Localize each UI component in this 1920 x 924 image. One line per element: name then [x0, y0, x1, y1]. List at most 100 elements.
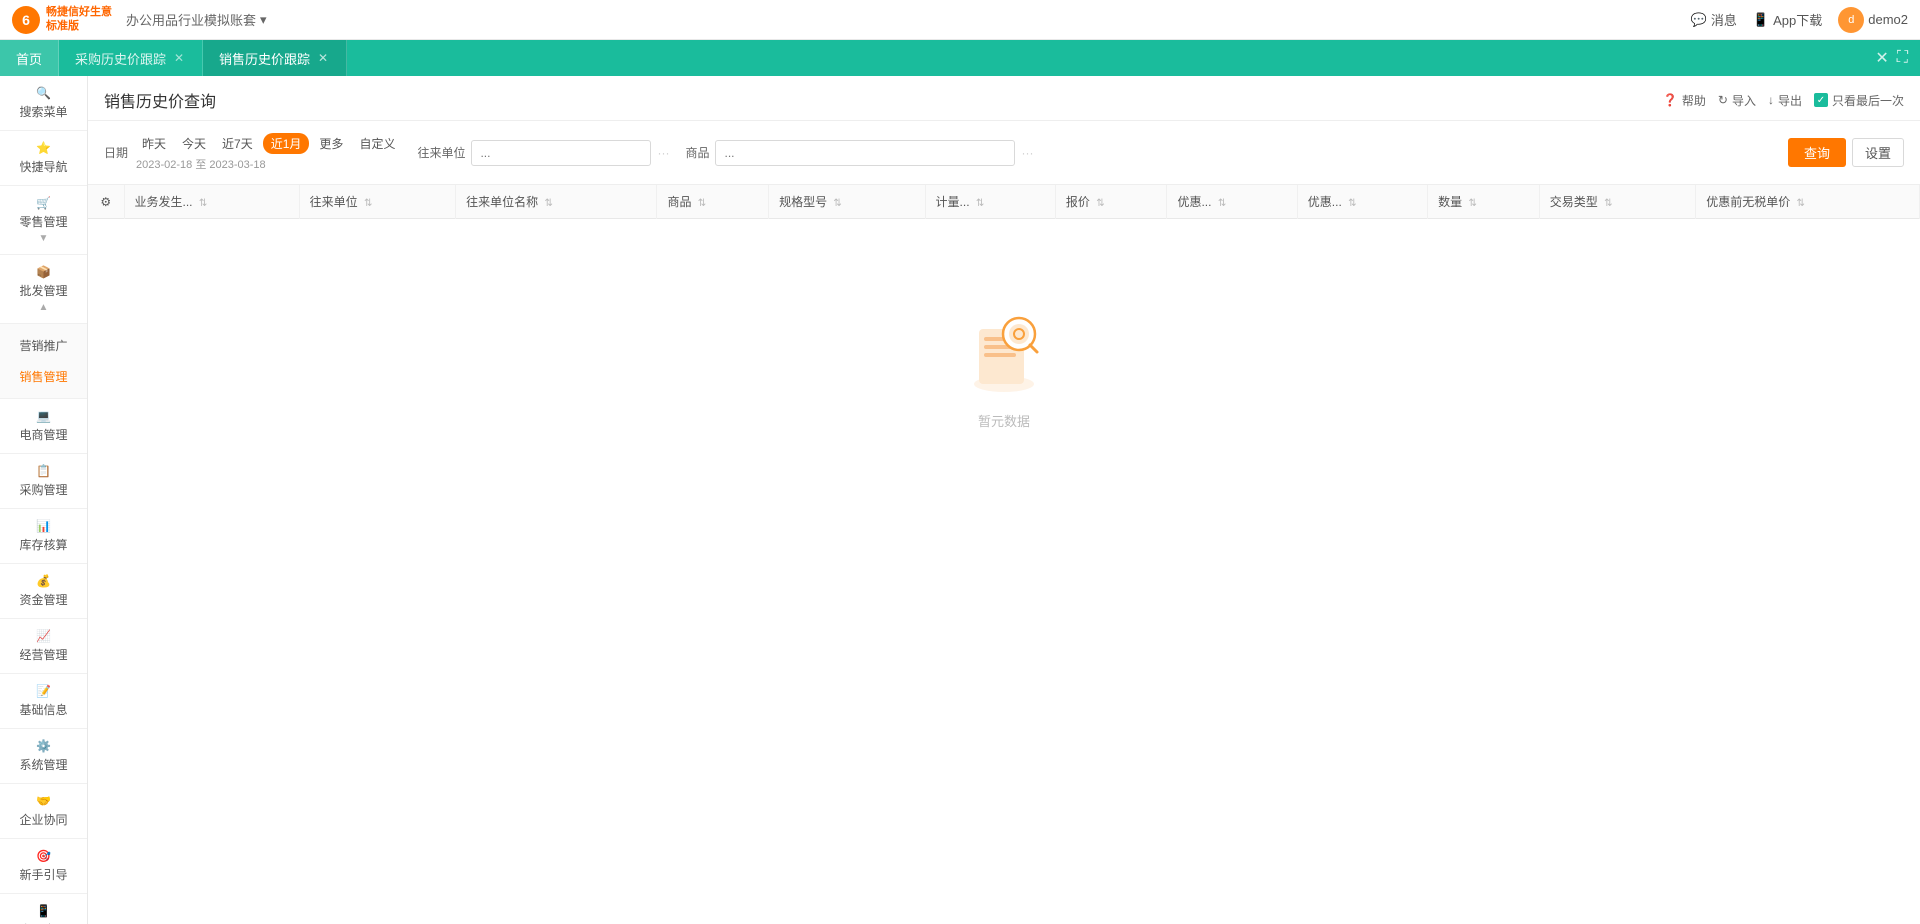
- sidebar-item-retail-mgmt[interactable]: 🛒 零售管理 ▼: [0, 186, 87, 255]
- filter-area: 日期 昨天 今天 近7天 近1月 更多 自定义 2023-02-18 至 202…: [88, 121, 1920, 185]
- th-unit[interactable]: 计量... ⇅: [925, 185, 1055, 219]
- app-download-btn[interactable]: 📱 App下载: [1753, 10, 1822, 29]
- top-bar: 6 畅捷信好生意 标准版 办公用品行业模拟账套 ▾ 💬 消息 📱 App下载 d…: [0, 0, 1920, 40]
- table-header-row: ⚙ 业务发生... ⇅ 往来单位 ⇅ 往来单位名称: [88, 185, 1920, 219]
- sidebar-item-app-center[interactable]: 📱 应用中心: [0, 894, 87, 924]
- app-selector[interactable]: 办公用品行业模拟账套 ▾: [120, 8, 273, 31]
- arrow-down-icon: ▼: [39, 233, 49, 244]
- arrow-up-icon: ▲: [39, 302, 49, 313]
- top-bar-left: 6 畅捷信好生意 标准版 办公用品行业模拟账套 ▾: [12, 6, 273, 34]
- empty-icon: [954, 299, 1054, 399]
- date-btn-more[interactable]: 更多: [313, 133, 349, 154]
- tab-sales-history[interactable]: 销售历史价跟踪 ✕: [203, 40, 347, 76]
- th-spec[interactable]: 规格型号 ⇅: [769, 185, 925, 219]
- help-icon: ❓: [1663, 93, 1678, 107]
- sidebar-sub-marketing[interactable]: 营销推广: [0, 330, 87, 361]
- query-button[interactable]: 查询: [1788, 138, 1846, 167]
- sidebar-item-search-menu[interactable]: 🔍 搜索菜单: [0, 76, 87, 131]
- export-btn[interactable]: ↓ 导出: [1768, 92, 1802, 109]
- th-trade-type[interactable]: 交易类型 ⇅: [1539, 185, 1695, 219]
- cart-icon: 🛒: [36, 196, 51, 210]
- sort-icon-pretax-price: ⇅: [1797, 198, 1805, 209]
- sidebar-item-system-mgmt[interactable]: ⚙️ 系统管理: [0, 729, 87, 784]
- date-label: 日期: [104, 144, 128, 161]
- empty-state: 暂元数据: [88, 219, 1920, 510]
- th-quote[interactable]: 报价 ⇅: [1055, 185, 1167, 219]
- tab-home-label: 首页: [16, 49, 42, 68]
- sidebar-item-basic-info[interactable]: 📝 基础信息: [0, 674, 87, 729]
- th-settings[interactable]: ⚙: [88, 185, 124, 219]
- top-bar-right: 💬 消息 📱 App下载 d demo2: [1691, 7, 1908, 33]
- sidebar-item-ecommerce-mgmt[interactable]: 💻 电商管理: [0, 399, 87, 454]
- sidebar-item-finance-mgmt[interactable]: 💰 资金管理: [0, 564, 87, 619]
- message-icon: 💬: [1691, 12, 1707, 28]
- sidebar-sub-sales-mgmt[interactable]: 销售管理: [0, 361, 87, 392]
- sort-icon-goods: ⇅: [698, 198, 706, 209]
- sidebar-item-purchase-mgmt[interactable]: 📋 采购管理: [0, 454, 87, 509]
- th-discount2[interactable]: 优惠... ⇅: [1297, 185, 1427, 219]
- tab-home[interactable]: 首页: [0, 40, 59, 76]
- th-quantity[interactable]: 数量 ⇅: [1428, 185, 1540, 219]
- message-btn[interactable]: 💬 消息: [1691, 10, 1737, 29]
- tab-purchase-history-close[interactable]: ✕: [172, 51, 186, 65]
- goods-input[interactable]: [715, 140, 1015, 166]
- th-biz-date[interactable]: 业务发生... ⇅: [124, 185, 299, 219]
- tab-sales-history-label: 销售历史价跟踪: [219, 49, 310, 68]
- mobile-icon: 📱: [36, 904, 51, 918]
- date-btn-7days[interactable]: 近7天: [216, 133, 259, 154]
- counterpart-filter: 往来单位 ···: [417, 140, 669, 166]
- th-counterpart-name[interactable]: 往来单位名称 ⇅: [456, 185, 657, 219]
- sidebar-item-enterprise-collab[interactable]: 🤝 企业协同: [0, 784, 87, 839]
- target-icon: 🎯: [36, 849, 51, 863]
- sidebar-item-quick-nav[interactable]: ⭐ 快捷导航: [0, 131, 87, 186]
- th-pretax-price[interactable]: 优惠前无税单价 ⇅: [1696, 185, 1920, 219]
- tab-bar-end: ✕ ⛶: [1875, 40, 1920, 76]
- date-btn-custom[interactable]: 自定义: [353, 133, 401, 154]
- goods-label: 商品: [685, 144, 709, 161]
- checkbox-icon: ✓: [1814, 93, 1828, 107]
- sort-icon-counterpart-name: ⇅: [544, 198, 552, 209]
- table-settings-icon[interactable]: ⚙: [100, 195, 111, 209]
- date-btn-today[interactable]: 今天: [176, 133, 212, 154]
- sidebar-item-new-guide[interactable]: 🎯 新手引导: [0, 839, 87, 894]
- th-counterpart[interactable]: 往来单位 ⇅: [299, 185, 455, 219]
- only-last-toggle[interactable]: ✓ 只看最后一次: [1814, 92, 1904, 109]
- chevron-down-icon: ▾: [260, 12, 267, 28]
- date-btn-yesterday[interactable]: 昨天: [136, 133, 172, 154]
- tab-sales-history-close[interactable]: ✕: [316, 51, 330, 65]
- th-discount1[interactable]: 优惠... ⇅: [1167, 185, 1297, 219]
- counterpart-input[interactable]: [471, 140, 651, 166]
- computer-icon: 💻: [36, 409, 51, 423]
- date-range-text: 2023-02-18 至 2023-03-18: [136, 156, 401, 172]
- settings-button[interactable]: 设置: [1852, 138, 1904, 167]
- logo-icon: 6: [12, 6, 40, 34]
- close-tab-btn[interactable]: ✕: [1875, 48, 1888, 68]
- content-area: 销售历史价查询 ❓ 帮助 ↻ 导入 ↓ 导出 ✓: [88, 76, 1920, 924]
- chart-icon: 📊: [36, 519, 51, 533]
- import-btn[interactable]: ↻ 导入: [1718, 92, 1756, 109]
- date-group: 昨天 今天 近7天 近1月 更多 自定义 2023-02-18 至 2023-0…: [136, 133, 401, 172]
- table-container: ⚙ 业务发生... ⇅ 往来单位 ⇅ 往来单位名称: [88, 185, 1920, 510]
- wholesale-sub-menu: 营销推广 销售管理: [0, 324, 87, 399]
- svg-text:6: 6: [22, 12, 30, 28]
- search-icon: 🔍: [36, 86, 51, 100]
- date-btn-1month[interactable]: 近1月: [263, 133, 310, 154]
- sidebar-item-wholesale-mgmt[interactable]: 📦 批发管理 ▲: [0, 255, 87, 324]
- sort-icon-trade-type: ⇅: [1604, 198, 1612, 209]
- goods-filter: 商品 ···: [685, 140, 1033, 166]
- phone-icon: 📱: [1753, 12, 1769, 28]
- notes-icon: 📝: [36, 684, 51, 698]
- tab-purchase-history-label: 采购历史价跟踪: [75, 49, 166, 68]
- user-menu[interactable]: d demo2: [1838, 7, 1908, 33]
- help-btn[interactable]: ❓ 帮助: [1663, 92, 1706, 109]
- sidebar-item-operation-mgmt[interactable]: 📈 经营管理: [0, 619, 87, 674]
- sidebar-item-inventory[interactable]: 📊 库存核算: [0, 509, 87, 564]
- th-goods[interactable]: 商品 ⇅: [657, 185, 769, 219]
- sort-icon-discount2: ⇅: [1348, 198, 1356, 209]
- sidebar: 🔍 搜索菜单 ⭐ 快捷导航 🛒 零售管理 ▼ 📦 批发管理 ▲ 营销推广 销售管…: [0, 76, 88, 924]
- clipboard-icon: 📋: [36, 464, 51, 478]
- main-layout: 🔍 搜索菜单 ⭐ 快捷导航 🛒 零售管理 ▼ 📦 批发管理 ▲ 营销推广 销售管…: [0, 76, 1920, 924]
- box-icon: 📦: [36, 265, 51, 279]
- tab-purchase-history[interactable]: 采购历史价跟踪 ✕: [59, 40, 203, 76]
- maximize-btn[interactable]: ⛶: [1897, 49, 1908, 67]
